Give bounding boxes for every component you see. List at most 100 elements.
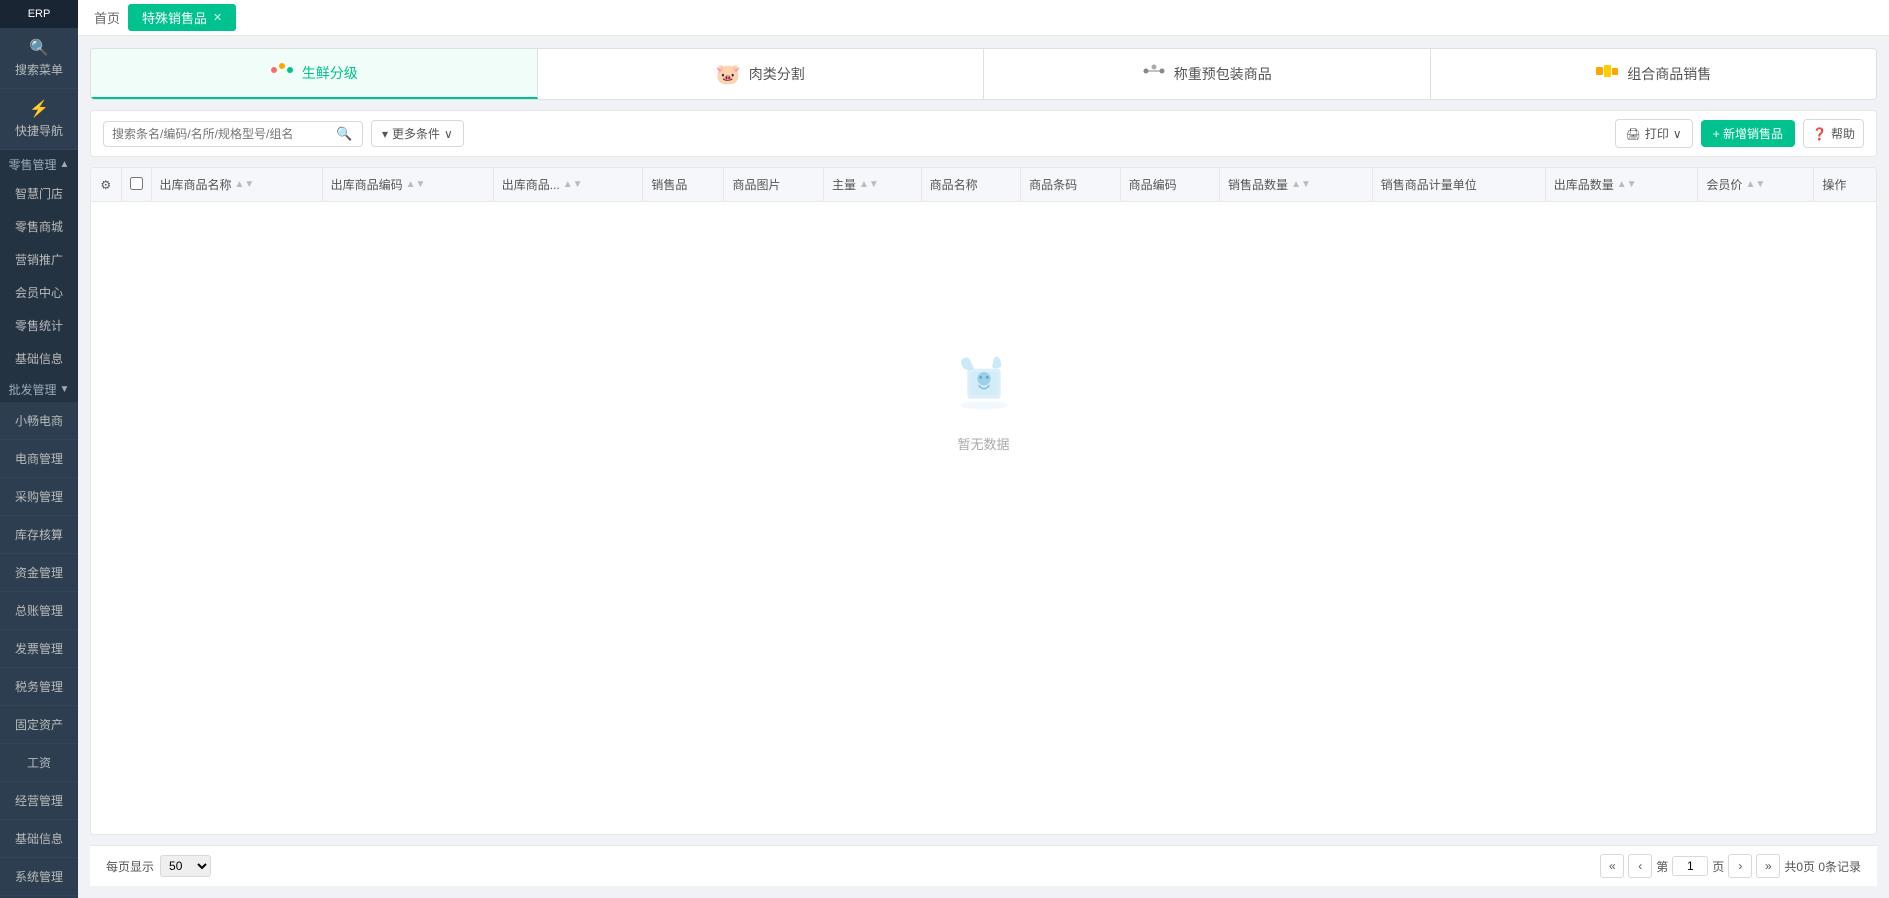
empty-illustration	[944, 342, 1024, 422]
filter-icon: ▾	[382, 127, 388, 141]
sidebar-item-finance[interactable]: 资金管理	[0, 554, 78, 592]
sidebar-item-retail-mall[interactable]: 零售商城	[0, 210, 78, 243]
sidebar-quick-nav[interactable]: ⚡ 快捷导航	[0, 89, 78, 150]
prev-page-button[interactable]: ‹	[1628, 854, 1652, 878]
table-wrapper: ⚙ 出库商品名称 ▲▼ 出库商品编码	[90, 167, 1877, 835]
sidebar-retail-section[interactable]: 零售管理 ▲	[0, 150, 78, 177]
pagination-left: 每页显示 50 100 200	[106, 855, 211, 877]
sidebar-batch-section[interactable]: 批发管理 ▼	[0, 375, 78, 402]
col-settings[interactable]: ⚙	[91, 168, 121, 202]
search-box[interactable]: 🔍	[103, 121, 363, 147]
col-out-name-sortable[interactable]: 出库商品名称 ▲▼	[160, 176, 314, 193]
print-button[interactable]: 🖨 打印 ∨	[1615, 119, 1693, 148]
col-checkbox[interactable]	[121, 168, 151, 202]
select-all-checkbox[interactable]	[130, 177, 143, 190]
col-sale-qty-sortable[interactable]: 销售品数量 ▲▼	[1228, 176, 1364, 193]
empty-text: 暂无数据	[957, 434, 1009, 453]
filter-button[interactable]: ▾ 更多条件 ∨	[371, 120, 464, 147]
tab-combo-sales[interactable]: 组合商品销售	[1431, 49, 1877, 99]
close-tab-icon[interactable]: ✕	[213, 11, 222, 24]
add-sale-item-button[interactable]: + 新增销售品	[1701, 120, 1795, 147]
tab-fresh-grade[interactable]: 生鲜分级	[91, 49, 538, 99]
col-sale-item: 销售品	[643, 168, 724, 202]
topbar-active-tab[interactable]: 特殊销售品 ✕	[128, 4, 236, 31]
tab-combo-sales-label: 组合商品销售	[1627, 64, 1711, 84]
sidebar-item-fixed-assets[interactable]: 固定资产	[0, 706, 78, 744]
help-label: 帮助	[1831, 125, 1855, 142]
quick-nav-icon: ⚡	[29, 99, 49, 119]
search-icon[interactable]: 🔍	[336, 126, 352, 142]
toolbar-left: 🔍 ▾ 更多条件 ∨	[103, 120, 464, 147]
page-label: 第	[1656, 858, 1668, 875]
toolbar-right: 🖨 打印 ∨ + 新增销售品 ❓ 帮助	[1615, 119, 1864, 148]
retail-mgmt-label: 零售管理	[9, 156, 57, 173]
tab-meat-cut[interactable]: 🐷 肉类分割	[538, 49, 985, 99]
sidebar-item-retail-stats[interactable]: 零售统计	[0, 309, 78, 342]
sidebar-item-system[interactable]: 系统管理	[0, 858, 78, 896]
col-item-image: 商品图片	[724, 168, 823, 202]
sidebar-item-ledger[interactable]: 总账管理	[0, 592, 78, 630]
sidebar-item-ecommerce[interactable]: 小畅电商	[0, 402, 78, 440]
total-records: 共0页 0条记录	[1784, 858, 1861, 875]
page-input[interactable]	[1672, 856, 1708, 876]
batch-expand-icon: ▼	[60, 384, 70, 395]
col-out-spec-sortable[interactable]: 出库商品... ▲▼	[502, 176, 635, 193]
toolbar: 🔍 ▾ 更多条件 ∨ 🖨 打印 ∨ + 新增销售品 ❓	[90, 110, 1877, 157]
empty-state-row: 暂无数据	[91, 202, 1876, 594]
last-page-button[interactable]: »	[1756, 854, 1780, 878]
pagination-bar: 每页显示 50 100 200 « ‹ 第 页 › » 共0页 0条记录	[90, 845, 1877, 886]
meat-cut-icon: 🐷	[716, 62, 741, 87]
sidebar-item-operations[interactable]: 经营管理	[0, 782, 78, 820]
print-dropdown-icon: ∨	[1673, 127, 1682, 141]
sidebar-item-marketing[interactable]: 营销推广	[0, 243, 78, 276]
col-action: 操作	[1814, 168, 1876, 202]
filter-chevron-icon: ∨	[444, 127, 453, 141]
sidebar-item-member[interactable]: 会员中心	[0, 276, 78, 309]
sidebar-item-invoice[interactable]: 发票管理	[0, 630, 78, 668]
sidebar-item-smart-store[interactable]: 智慧门店	[0, 177, 78, 210]
fresh-grade-icon	[270, 61, 294, 85]
help-icon: ❓	[1812, 127, 1827, 141]
sidebar-item-ecomm-mgmt[interactable]: 电商管理	[0, 440, 78, 478]
sidebar-item-inventory[interactable]: 库存核算	[0, 516, 78, 554]
col-out-qty-sortable[interactable]: 出库品数量 ▲▼	[1554, 176, 1690, 193]
sidebar: ERP 🔍 搜索菜单 ⚡ 快捷导航 零售管理 ▲ 智慧门店 零售商城 营销推广 …	[0, 0, 78, 898]
col-main-weight-sortable[interactable]: 主量 ▲▼	[832, 176, 913, 193]
weight-prepack-icon	[1142, 62, 1166, 86]
col-out-spec: 出库商品... ▲▼	[493, 168, 643, 202]
next-page-button[interactable]: ›	[1728, 854, 1752, 878]
print-icon: 🖨	[1626, 127, 1641, 141]
first-page-button[interactable]: «	[1600, 854, 1624, 878]
sort-main-weight-icon: ▲▼	[859, 180, 879, 190]
col-out-code-sortable[interactable]: 出库商品编码 ▲▼	[331, 176, 485, 193]
search-menu-icon: 🔍	[29, 38, 49, 58]
sort-sale-qty-icon: ▲▼	[1291, 180, 1311, 190]
sidebar-item-basic-info[interactable]: 基础信息	[0, 820, 78, 858]
filter-label: 更多条件	[392, 125, 440, 142]
topbar-home[interactable]: 首页	[94, 8, 120, 27]
empty-state: 暂无数据	[91, 262, 1876, 533]
sidebar-logo: ERP	[0, 0, 78, 28]
sidebar-item-payroll[interactable]: 工资	[0, 744, 78, 782]
pagination-right: « ‹ 第 页 › » 共0页 0条记录	[1600, 854, 1861, 878]
content-area: 生鲜分级 🐷 肉类分割 称重预包装商品 组合商品销售	[78, 36, 1889, 898]
sidebar-search-menu[interactable]: 🔍 搜索菜单	[0, 28, 78, 89]
sidebar-item-basic-info-retail[interactable]: 基础信息	[0, 342, 78, 375]
table-body: 暂无数据	[91, 202, 1876, 594]
tab-fresh-grade-label: 生鲜分级	[302, 63, 358, 83]
type-tabs: 生鲜分级 🐷 肉类分割 称重预包装商品 组合商品销售	[90, 48, 1877, 100]
tab-weight-prepack[interactable]: 称重预包装商品	[984, 49, 1431, 99]
sidebar-item-purchase[interactable]: 采购管理	[0, 478, 78, 516]
table-header-row: ⚙ 出库商品名称 ▲▼ 出库商品编码	[91, 168, 1876, 202]
col-main-weight: 主量 ▲▼	[823, 168, 921, 202]
page-size-select[interactable]: 50 100 200	[160, 855, 211, 877]
col-member-price-sortable[interactable]: 会员价 ▲▼	[1706, 176, 1805, 193]
print-label: 打印	[1645, 125, 1669, 142]
sidebar-item-tax[interactable]: 税务管理	[0, 668, 78, 706]
help-button[interactable]: ❓ 帮助	[1803, 119, 1864, 148]
search-input[interactable]	[112, 127, 332, 141]
sort-member-price-icon: ▲▼	[1745, 180, 1765, 190]
col-sale-qty: 销售品数量 ▲▼	[1220, 168, 1373, 202]
col-out-qty: 出库品数量 ▲▼	[1545, 168, 1698, 202]
tab-weight-prepack-label: 称重预包装商品	[1174, 64, 1272, 84]
